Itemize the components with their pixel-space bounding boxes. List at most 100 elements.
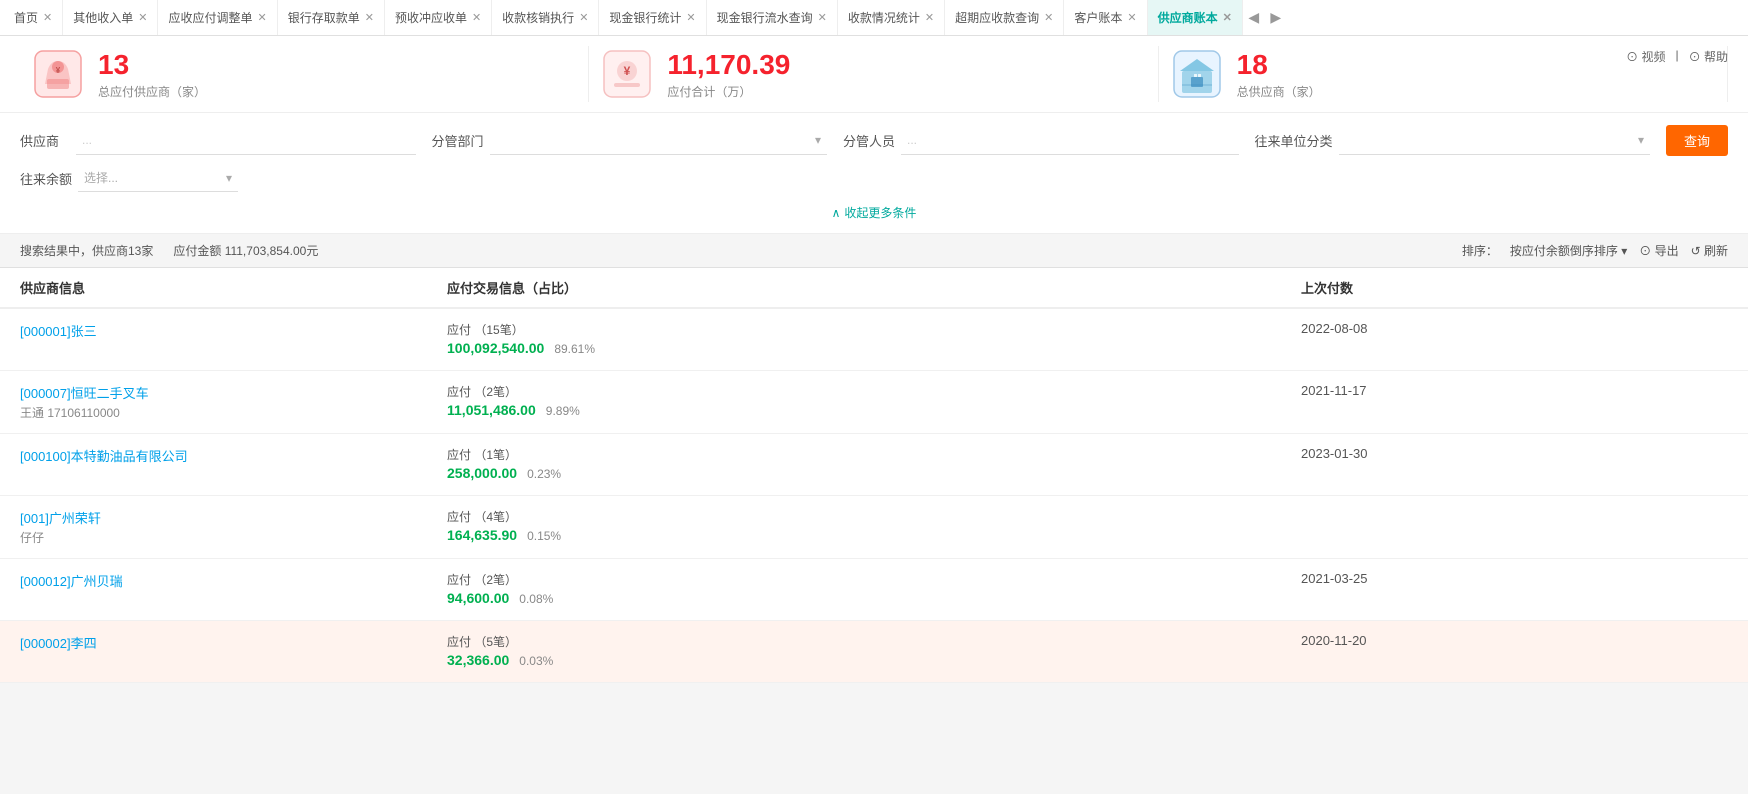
supplier-info: [000001]张三 [20,321,447,342]
nav-tab-collection[interactable]: 收款核销执行 ✕ [492,0,599,36]
dept-label: 分管部门 [432,131,484,150]
payable-suppliers-label: 总应付供应商（家） [98,83,206,100]
chevron-down-icon: ▾ [1638,133,1644,147]
total-suppliers-icon [1169,46,1225,102]
payment-percent: 0.15% [527,529,561,543]
payment-info: 应付 （5笔） 32,366.00 0.03% [447,633,1301,670]
stat-block-payable-suppliers: ¥ 13 总应付供应商（家） [20,46,589,102]
nav-tab-bank[interactable]: 银行存取款单 ✕ [278,0,385,36]
nav-tab-adjustment[interactable]: 应收应付调整单 ✕ [158,0,277,36]
payment-info: 应付 （15笔） 100,092,540.00 89.61% [447,321,1301,358]
help-link[interactable]: ⊙ 帮助 [1689,48,1728,65]
supplier-info: [000012]广州贝瑞 [20,571,447,592]
supplier-input[interactable] [76,127,416,155]
payable-total-number: 11,170.39 [667,48,790,82]
help-video-link[interactable]: ⊙ 视频 [1626,48,1665,65]
nav-tab-cash-flow[interactable]: 现金银行流水查询 ✕ [707,0,838,36]
nav-tab-other-income[interactable]: 其他收入单 ✕ [63,0,158,36]
nav-tab-overdue[interactable]: 超期应收款查询 ✕ [945,0,1064,36]
supplier-link[interactable]: [001]广州荣轩 [20,511,101,526]
table-header: 供应商信息 应付交易信息（占比） 上次付数 [0,268,1748,309]
search-button[interactable]: 查询 [1666,125,1728,156]
nav-tab-collection-stat[interactable]: 收款情况统计 ✕ [838,0,945,36]
last-payment: 2023-01-30 [1301,446,1728,461]
supplier-info: [000100]本特勤油品有限公司 [20,446,447,467]
nav-tab-cash-stat[interactable]: 现金银行统计 ✕ [599,0,706,36]
close-icon[interactable]: ✕ [1223,11,1232,24]
dept-select[interactable]: ▾ [490,127,827,155]
payment-percent: 9.89% [546,404,580,418]
export-button[interactable]: ⊙ 导出 [1639,242,1678,259]
close-icon[interactable]: ✕ [818,11,827,24]
close-icon[interactable]: ✕ [138,11,147,24]
payment-amount: 100,092,540.00 [447,340,544,356]
supplier-info: [001]广州荣轩 仔仔 [20,508,447,546]
supplier-link[interactable]: [000012]广州贝瑞 [20,574,123,589]
amount-text: 应付金额 111,703,854.00元 [173,242,318,259]
stats-help: ⊙ 视频 | ⊙ 帮助 [1626,48,1728,65]
person-input[interactable] [901,127,1238,155]
person-label: 分管人员 [843,131,895,150]
filter-balance: 往来余额 选择... ▾ [20,164,238,192]
supplier-sub: 王通 17106110000 [20,404,447,421]
payment-percent: 0.23% [527,467,561,481]
nav-tab-customer-ledger[interactable]: 客户账本 ✕ [1064,0,1147,36]
filter-category: 往来单位分类 ▾ [1255,127,1651,155]
svg-text:¥: ¥ [56,66,61,75]
close-icon[interactable]: ✕ [1044,11,1053,24]
table-row: [000001]张三 应付 （15笔） 100,092,540.00 89.61… [0,309,1748,371]
total-suppliers-number: 18 [1237,48,1321,82]
last-payment: 2021-03-25 [1301,571,1728,586]
filter-dept: 分管部门 ▾ [432,127,828,155]
payment-info: 应付 （4笔） 164,635.90 0.15% [447,508,1301,545]
nav-tab-home[interactable]: 首页 ✕ [4,0,63,36]
payment-amount: 32,366.00 [447,652,509,668]
export-icon: ⊙ [1639,244,1654,258]
category-select[interactable]: ▾ [1339,127,1650,155]
filter-area: 供应商 分管部门 ▾ 分管人员 往来单位分类 ▾ 查询 [0,113,1748,234]
close-icon[interactable]: ✕ [257,11,266,24]
supplier-label: 供应商 [20,131,70,150]
nav-next-arrow[interactable]: ▶ [1265,0,1287,36]
stats-bar: ¥ 13 总应付供应商（家） ¥ 11,170.39 应付合计（万） [0,36,1748,113]
summary-bar: 搜索结果中，供应商13家 应付金额 111,703,854.00元 排序： 按应… [0,234,1748,268]
close-icon[interactable]: ✕ [1127,11,1136,24]
close-icon[interactable]: ✕ [579,11,588,24]
nav-tab-supplier-ledger[interactable]: 供应商账本 ✕ [1148,0,1243,36]
table-row: [000100]本特勤油品有限公司 应付 （1笔） 258,000.00 0.2… [0,434,1748,496]
refresh-button[interactable]: ↺ 刷新 [1691,242,1728,259]
payment-info: 应付 （1笔） 258,000.00 0.23% [447,446,1301,483]
payment-percent: 0.08% [519,592,553,606]
header-supplier: 供应商信息 [20,278,447,297]
supplier-link[interactable]: [000007]恒旺二手叉车 [20,386,149,401]
nav-tab-prepay[interactable]: 预收冲应收单 ✕ [385,0,492,36]
payment-amount: 258,000.00 [447,465,517,481]
payment-amount: 94,600.00 [447,590,509,606]
table-row: [000002]李四 应付 （5笔） 32,366.00 0.03% 2020-… [0,621,1748,683]
chevron-down-icon: ▾ [815,133,821,147]
balance-label: 往来余额 [20,169,72,188]
collapse-button[interactable]: ∧ 收起更多条件 [820,200,929,225]
supplier-info: [000007]恒旺二手叉车 王通 17106110000 [20,383,447,421]
category-label: 往来单位分类 [1255,131,1333,150]
close-icon[interactable]: ✕ [925,11,934,24]
payable-total-icon: ¥ [599,46,655,102]
top-nav: 首页 ✕ 其他收入单 ✕ 应收应付调整单 ✕ 银行存取款单 ✕ 预收冲应收单 ✕… [0,0,1748,36]
sort-value[interactable]: 按应付余额倒序排序 ▾ [1510,242,1627,259]
close-icon[interactable]: ✕ [43,11,52,24]
close-icon[interactable]: ✕ [472,11,481,24]
total-suppliers-label: 总供应商（家） [1237,83,1321,100]
supplier-sub: 仔仔 [20,529,447,546]
close-icon[interactable]: ✕ [686,11,695,24]
chevron-down-icon: ▾ [226,171,232,185]
balance-select[interactable]: 选择... ▾ [78,164,238,192]
filter-supplier: 供应商 [20,127,416,155]
sort-label: 排序： [1462,242,1498,259]
nav-prev-arrow[interactable]: ◀ [1243,0,1265,36]
supplier-link[interactable]: [000001]张三 [20,324,97,339]
close-icon[interactable]: ✕ [365,11,374,24]
svg-text:¥: ¥ [624,64,631,78]
supplier-link[interactable]: [000002]李四 [20,636,97,651]
supplier-link[interactable]: [000100]本特勤油品有限公司 [20,449,188,464]
payment-percent: 89.61% [554,342,595,356]
